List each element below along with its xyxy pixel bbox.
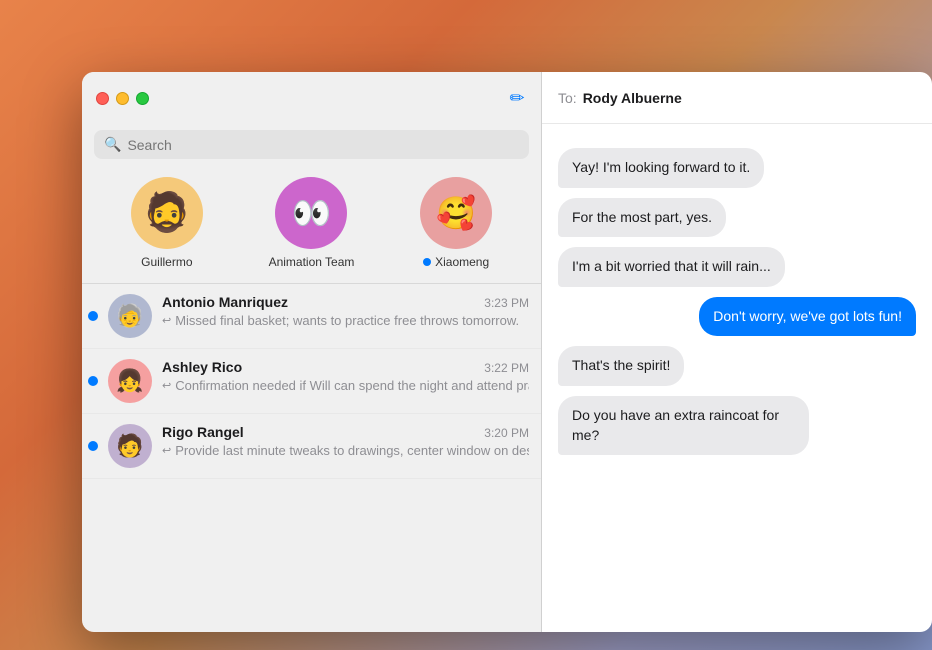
antonio-content: Antonio Manriquez 3:23 PM ↩ Missed final…: [162, 294, 529, 328]
reply-icon: ↩: [162, 379, 171, 392]
pinned-contact-xiaomeng[interactable]: 🥰 Xiaomeng: [420, 177, 492, 269]
message-row-4: Don't worry, we've got lots fun!: [558, 297, 916, 337]
antonio-time: 3:23 PM: [484, 296, 529, 310]
pinned-contacts-row: 🧔 Guillermo 👀 Animation Team 🥰 Xiaomeng: [82, 169, 541, 284]
rigo-content: Rigo Rangel 3:20 PM ↩ Provide last minut…: [162, 424, 529, 458]
pinned-contact-guillermo[interactable]: 🧔 Guillermo: [131, 177, 203, 269]
to-label: To:: [558, 90, 577, 106]
bubble-1: Yay! I'm looking forward to it.: [558, 148, 764, 188]
animation-team-label: Animation Team: [269, 255, 355, 269]
ashley-name: Ashley Rico: [162, 359, 242, 375]
conversation-ashley[interactable]: 👧 Ashley Rico 3:22 PM ↩ Confirmation nee…: [82, 349, 541, 414]
antonio-avatar: 🧓: [108, 294, 152, 338]
message-row-2: For the most part, yes.: [558, 198, 916, 238]
maximize-button[interactable]: [136, 92, 149, 105]
messages-window: ✏ 🔍 🧔 Guillermo 👀 Animation Team: [82, 72, 932, 632]
antonio-preview: ↩ Missed final basket; wants to practice…: [162, 313, 529, 328]
compose-button[interactable]: ✏: [507, 88, 527, 108]
conversation-list: 🧓 Antonio Manriquez 3:23 PM ↩ Missed fin…: [82, 284, 541, 632]
xiaomeng-avatar: 🥰: [420, 177, 492, 249]
conversation-rigo[interactable]: 🧑 Rigo Rangel 3:20 PM ↩ Provide last min…: [82, 414, 541, 479]
antonio-header: Antonio Manriquez 3:23 PM: [162, 294, 529, 310]
message-row-3: I'm a bit worried that it will rain...: [558, 247, 916, 287]
guillermo-avatar-wrap: 🧔: [131, 177, 203, 249]
conversation-antonio[interactable]: 🧓 Antonio Manriquez 3:23 PM ↩ Missed fin…: [82, 284, 541, 349]
message-row-5: That's the spirit!: [558, 346, 916, 386]
chat-panel: To: Rody Albuerne Yay! I'm looking forwa…: [542, 72, 932, 632]
rigo-preview: ↩ Provide last minute tweaks to drawings…: [162, 443, 529, 458]
antonio-name: Antonio Manriquez: [162, 294, 288, 310]
ashley-time: 3:22 PM: [484, 361, 529, 375]
rigo-avatar: 🧑: [108, 424, 152, 468]
ashley-avatar: 👧: [108, 359, 152, 403]
guillermo-label: Guillermo: [141, 255, 192, 269]
online-indicator: [423, 258, 431, 266]
recipient-name: Rody Albuerne: [583, 90, 682, 106]
sidebar: ✏ 🔍 🧔 Guillermo 👀 Animation Team: [82, 72, 542, 632]
reply-icon: ↩: [162, 444, 171, 457]
pinned-contact-animation-team[interactable]: 👀 Animation Team: [269, 177, 355, 269]
rigo-name: Rigo Rangel: [162, 424, 244, 440]
animation-team-avatar-wrap: 👀: [275, 177, 347, 249]
reply-icon: ↩: [162, 314, 171, 327]
chat-messages: Yay! I'm looking forward to it. For the …: [542, 124, 932, 632]
chat-header: To: Rody Albuerne: [542, 72, 932, 124]
unread-indicator: [88, 376, 98, 386]
xiaomeng-label: Xiaomeng: [423, 255, 489, 269]
message-row-1: Yay! I'm looking forward to it.: [558, 148, 916, 188]
minimize-button[interactable]: [116, 92, 129, 105]
bubble-6: Do you have an extra raincoat for me?: [558, 396, 809, 455]
close-button[interactable]: [96, 92, 109, 105]
rigo-time: 3:20 PM: [484, 426, 529, 440]
bubble-2: For the most part, yes.: [558, 198, 726, 238]
animation-team-avatar: 👀: [275, 177, 347, 249]
ashley-preview: ↩ Confirmation needed if Will can spend …: [162, 378, 529, 393]
unread-indicator: [88, 311, 98, 321]
ashley-header: Ashley Rico 3:22 PM: [162, 359, 529, 375]
search-icon: 🔍: [104, 136, 121, 153]
bubble-3: I'm a bit worried that it will rain...: [558, 247, 785, 287]
message-row-6: Do you have an extra raincoat for me?: [558, 396, 916, 455]
rigo-header: Rigo Rangel 3:20 PM: [162, 424, 529, 440]
traffic-lights: [96, 92, 149, 105]
ashley-content: Ashley Rico 3:22 PM ↩ Confirmation neede…: [162, 359, 529, 393]
titlebar: ✏: [82, 72, 541, 124]
search-input[interactable]: [127, 137, 519, 153]
bubble-4: Don't worry, we've got lots fun!: [699, 297, 916, 337]
bubble-5: That's the spirit!: [558, 346, 684, 386]
search-bar[interactable]: 🔍: [94, 130, 529, 159]
xiaomeng-avatar-wrap: 🥰: [420, 177, 492, 249]
unread-indicator: [88, 441, 98, 451]
guillermo-avatar: 🧔: [131, 177, 203, 249]
